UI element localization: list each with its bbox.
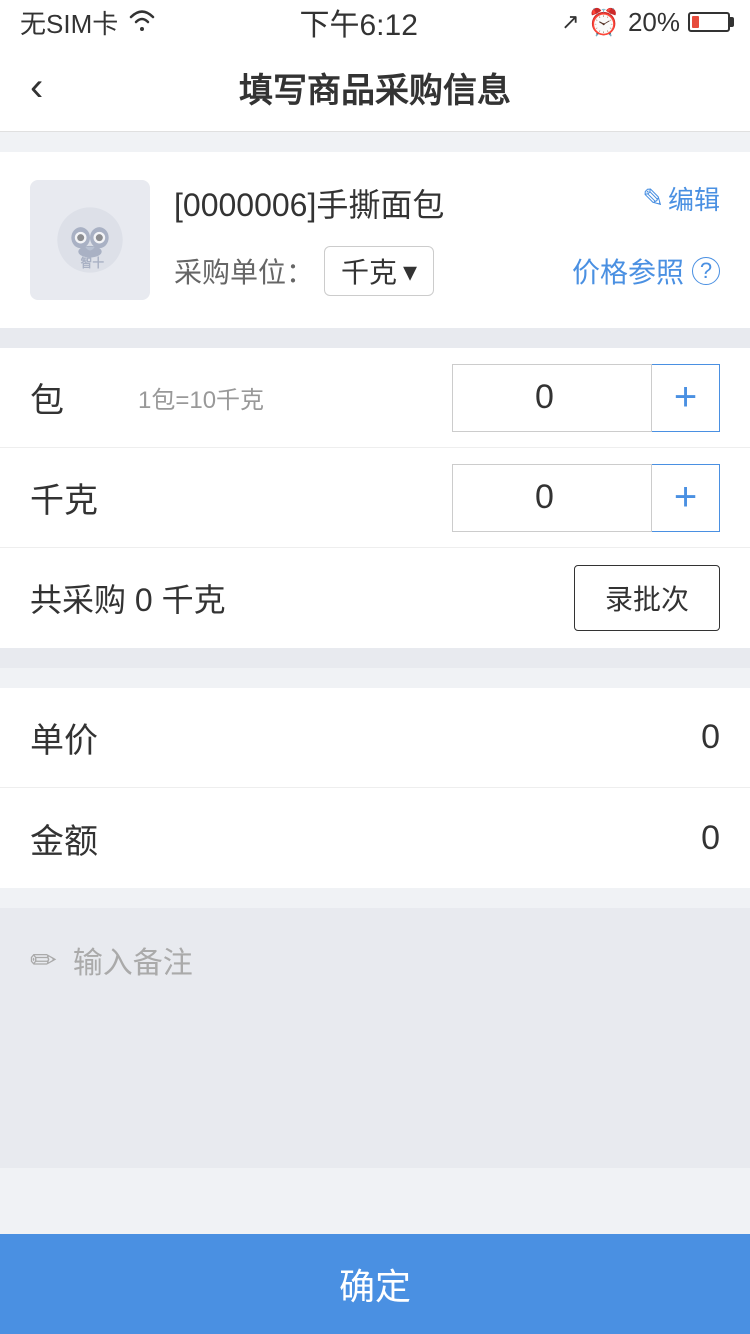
bag-label: 包 bbox=[30, 373, 130, 422]
remark-input-area[interactable]: ✏ 输入备注 bbox=[30, 938, 720, 982]
chevron-down-icon: ▾ bbox=[403, 255, 417, 288]
product-info: [0000006]手撕面包 采购单位： 千克 ▾ 价格参照 ? bbox=[174, 180, 720, 296]
alarm-icon: ⏰ bbox=[588, 7, 620, 38]
amount-label: 金额 bbox=[30, 814, 98, 863]
remark-section: ✏ 输入备注 bbox=[0, 908, 750, 1168]
pencil-icon: ✏ bbox=[30, 941, 57, 979]
input-section: 包 1包=10千克 + 千克 + bbox=[0, 348, 750, 548]
kg-input-row: 千克 + bbox=[0, 448, 750, 548]
unit-value: 千克 bbox=[341, 251, 397, 291]
remark-placeholder: 输入备注 bbox=[73, 938, 193, 982]
kg-quantity-input[interactable] bbox=[452, 464, 652, 532]
amount-value: 0 bbox=[701, 819, 720, 858]
nav-bar: ‹ 填写商品采购信息 bbox=[0, 44, 750, 132]
unit-price-label: 单价 bbox=[30, 713, 98, 762]
help-icon: ? bbox=[692, 257, 720, 285]
battery-text: 20% bbox=[628, 7, 680, 38]
unit-price-value: 0 bbox=[701, 718, 720, 757]
kg-label: 千克 bbox=[30, 473, 130, 522]
section-divider-2 bbox=[0, 648, 750, 668]
bag-quantity-input[interactable] bbox=[452, 364, 652, 432]
bag-plus-button[interactable]: + bbox=[652, 364, 720, 432]
product-meta: 采购单位： 千克 ▾ 价格参照 ? bbox=[174, 246, 720, 296]
price-section: 单价 0 金额 0 bbox=[0, 688, 750, 888]
unit-dropdown[interactable]: 千克 ▾ bbox=[324, 246, 434, 296]
edit-button[interactable]: ✎ 编辑 bbox=[642, 180, 720, 217]
unit-price-row: 单价 0 bbox=[0, 688, 750, 788]
status-right: ↗ ⏰ 20% bbox=[561, 7, 730, 38]
total-label: 共采购 0 千克 bbox=[30, 575, 226, 621]
carrier-text: 无SIM卡 bbox=[20, 4, 118, 41]
confirm-button[interactable]: 确定 bbox=[0, 1234, 750, 1334]
purchase-unit-label: 采购单位： bbox=[174, 251, 314, 291]
bag-input-control: + bbox=[452, 364, 720, 432]
kg-input-control: + bbox=[452, 464, 720, 532]
record-batch-button[interactable]: 录批次 bbox=[574, 565, 720, 631]
status-bar: 无SIM卡 下午6:12 ↗ ⏰ 20% bbox=[0, 0, 750, 44]
kg-plus-button[interactable]: + bbox=[652, 464, 720, 532]
status-left: 无SIM卡 bbox=[20, 4, 156, 41]
product-name: [0000006]手撕面包 bbox=[174, 180, 720, 226]
price-ref-button[interactable]: 价格参照 ? bbox=[572, 251, 720, 291]
location-icon: ↗ bbox=[561, 9, 579, 35]
amount-row: 金额 0 bbox=[0, 788, 750, 888]
status-time: 下午6:12 bbox=[299, 0, 417, 44]
bag-input-row: 包 1包=10千克 + bbox=[0, 348, 750, 448]
purchase-unit: 采购单位： 千克 ▾ bbox=[174, 246, 434, 296]
total-row: 共采购 0 千克 录批次 bbox=[0, 548, 750, 648]
product-card: 智十 [0000006]手撕面包 采购单位： 千克 ▾ 价格参照 ? ✎ 编辑 bbox=[0, 152, 750, 328]
svg-text:智十: 智十 bbox=[80, 256, 105, 270]
product-image: 智十 bbox=[30, 180, 150, 300]
back-button[interactable]: ‹ bbox=[30, 65, 90, 110]
page-title: 填写商品采购信息 bbox=[90, 63, 660, 112]
section-divider-1 bbox=[0, 328, 750, 348]
wifi-icon bbox=[128, 7, 156, 38]
edit-icon: ✎ bbox=[642, 183, 664, 214]
battery-icon bbox=[688, 12, 730, 32]
bag-sublabel: 1包=10千克 bbox=[138, 380, 452, 415]
